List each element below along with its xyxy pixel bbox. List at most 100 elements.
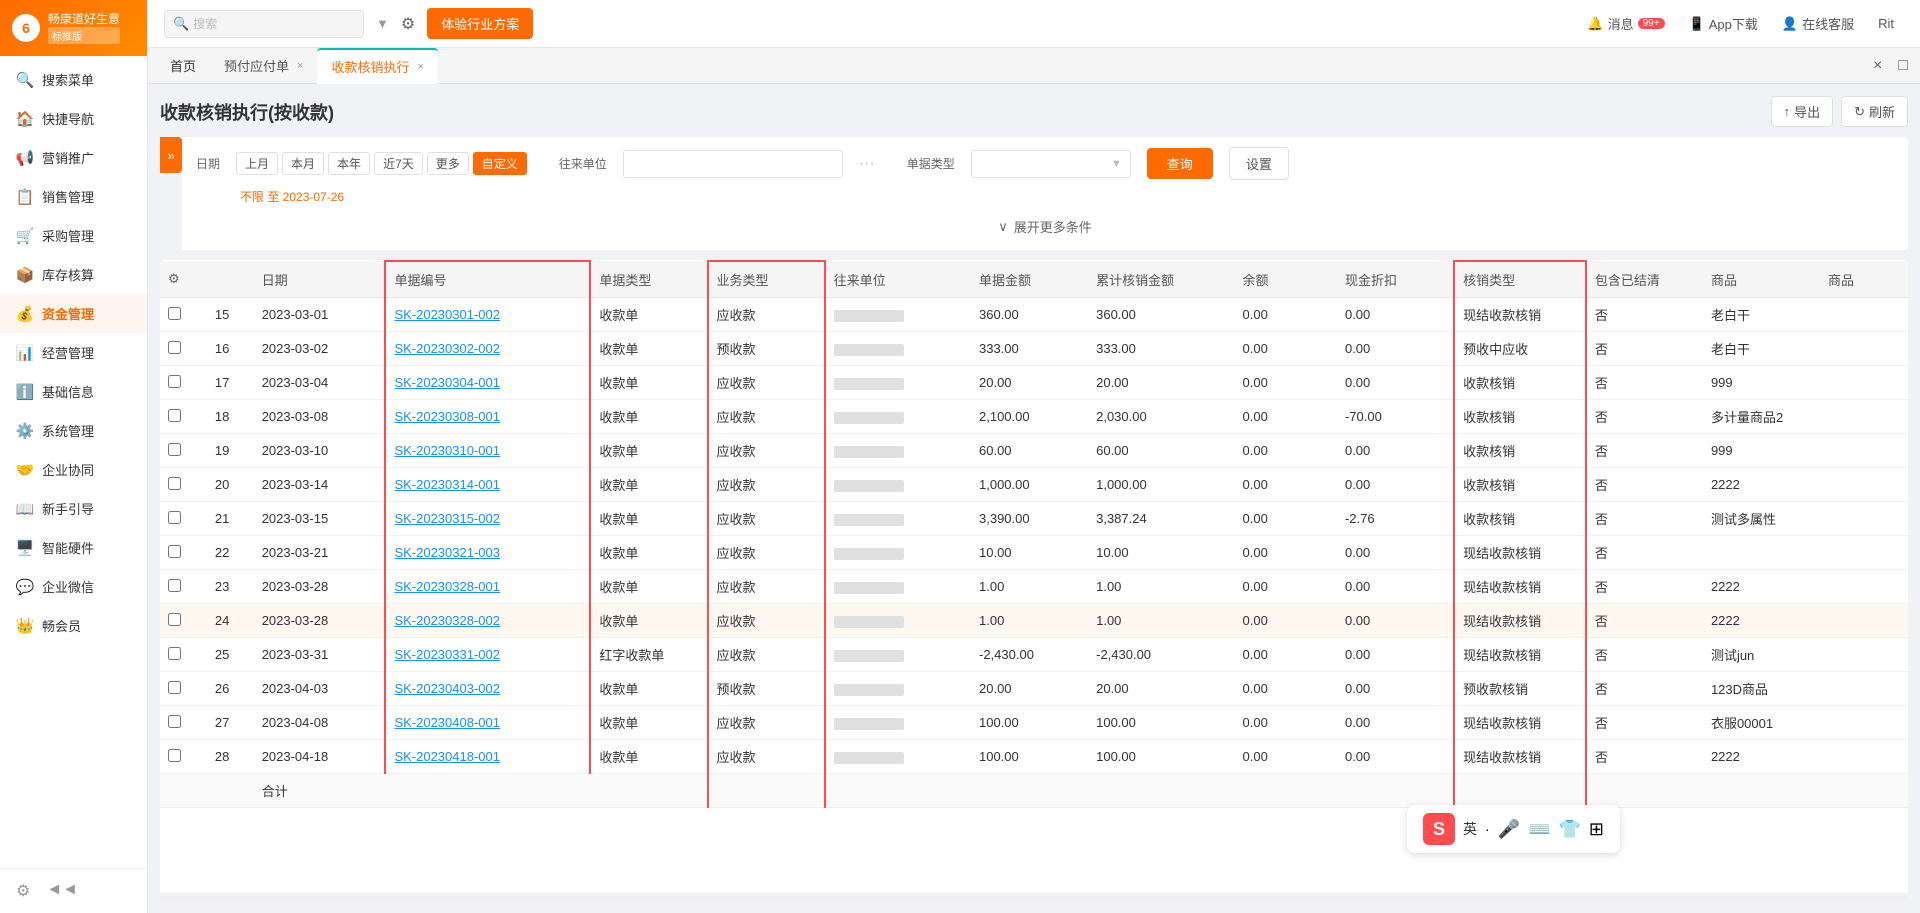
td-checkbox[interactable] xyxy=(160,502,207,536)
date-custom[interactable]: 自定义 xyxy=(473,152,527,175)
bill-no-link[interactable]: SK-20230331-002 xyxy=(394,647,500,662)
table-row[interactable]: 27 2023-04-08 SK-20230408-001 收款单 应收款 10… xyxy=(160,706,1908,740)
tab-prepay-close[interactable]: × xyxy=(297,60,303,72)
sidebar-item-inventory[interactable]: 📦库存核算 xyxy=(0,255,147,294)
bill-no-link[interactable]: SK-20230314-001 xyxy=(394,477,500,492)
bill-no-link[interactable]: SK-20230408-001 xyxy=(394,715,500,730)
td-bill-no[interactable]: SK-20230328-002 xyxy=(385,604,590,638)
td-checkbox[interactable] xyxy=(160,740,207,774)
bill-no-link[interactable]: SK-20230321-003 xyxy=(394,545,500,560)
sidebar-item-operation[interactable]: 📊经营管理 xyxy=(0,333,147,372)
td-checkbox[interactable] xyxy=(160,536,207,570)
table-scrollbar[interactable] xyxy=(160,893,1908,901)
td-bill-no[interactable]: SK-20230418-001 xyxy=(385,740,590,774)
mic-icon[interactable]: 🎤 xyxy=(1498,819,1520,840)
bill-no-link[interactable]: SK-20230403-002 xyxy=(394,681,500,696)
date-this-month[interactable]: 本月 xyxy=(282,152,324,175)
sidebar-item-newbie[interactable]: 📖新手引导 xyxy=(0,489,147,528)
keyboard-icon[interactable]: ⌨️ xyxy=(1528,819,1550,840)
bill-no-link[interactable]: SK-20230304-001 xyxy=(394,375,500,390)
customer-service-btn[interactable]: 👤 在线客服 xyxy=(1772,10,1864,37)
td-bill-no[interactable]: SK-20230328-001 xyxy=(385,570,590,604)
user-profile-btn[interactable]: Rit xyxy=(1868,12,1904,35)
bill-no-link[interactable]: SK-20230418-001 xyxy=(394,749,500,764)
settings-footer-icon[interactable]: ⚙ xyxy=(16,881,30,901)
bill-no-link[interactable]: SK-20230308-001 xyxy=(394,409,500,424)
tab-receipt-close[interactable]: × xyxy=(417,61,423,73)
date-7days[interactable]: 近7天 xyxy=(374,152,423,175)
date-this-year[interactable]: 本年 xyxy=(328,152,370,175)
date-more[interactable]: 更多 xyxy=(427,152,469,175)
sidebar-item-guide[interactable]: 🏠快捷导航 xyxy=(0,99,147,138)
export-button[interactable]: ↑ 导出 xyxy=(1771,96,1834,127)
td-checkbox[interactable] xyxy=(160,366,207,400)
td-checkbox[interactable] xyxy=(160,638,207,672)
td-checkbox[interactable] xyxy=(160,604,207,638)
tab-expand-icon[interactable]: □ xyxy=(1894,53,1912,79)
sidebar-item-enterprise[interactable]: 🤝企业协同 xyxy=(0,450,147,489)
tab-receipt[interactable]: 收款核销执行 × xyxy=(317,48,437,84)
td-checkbox[interactable] xyxy=(160,332,207,366)
filter-settings-button[interactable]: 设置 xyxy=(1229,147,1289,180)
td-bill-no[interactable]: SK-20230304-001 xyxy=(385,366,590,400)
bill-no-link[interactable]: SK-20230310-001 xyxy=(394,443,500,458)
filter-expand-btn[interactable]: ∨ 展开更多条件 xyxy=(196,213,1894,240)
sidebar-item-sales[interactable]: 📋销售管理 xyxy=(0,177,147,216)
table-row[interactable]: 23 2023-03-28 SK-20230328-001 收款单 应收款 1.… xyxy=(160,570,1908,604)
app-download-btn[interactable]: 📱 App下载 xyxy=(1679,10,1768,37)
sidebar-item-finance[interactable]: 💰资金管理 xyxy=(0,294,147,333)
sidebar-item-wechat[interactable]: 💬企业微信 xyxy=(0,567,147,606)
td-checkbox[interactable] xyxy=(160,400,207,434)
sidebar-item-marketing[interactable]: 📢营销推广 xyxy=(0,138,147,177)
message-btn[interactable]: 🔔 消息 99+ xyxy=(1577,10,1674,37)
date-last-month[interactable]: 上月 xyxy=(236,152,278,175)
td-bill-no[interactable]: SK-20230314-001 xyxy=(385,468,590,502)
bill-no-link[interactable]: SK-20230328-001 xyxy=(394,579,500,594)
query-button[interactable]: 查询 xyxy=(1147,148,1213,179)
td-bill-no[interactable]: SK-20230308-001 xyxy=(385,400,590,434)
sidebar-item-search[interactable]: 🔍搜索菜单 xyxy=(0,60,147,99)
td-bill-no[interactable]: SK-20230403-002 xyxy=(385,672,590,706)
td-checkbox[interactable] xyxy=(160,672,207,706)
bill-no-link[interactable]: SK-20230315-002 xyxy=(394,511,500,526)
td-checkbox[interactable] xyxy=(160,706,207,740)
td-bill-no[interactable]: SK-20230301-002 xyxy=(385,298,590,332)
table-row[interactable]: 15 2023-03-01 SK-20230301-002 收款单 应收款 36… xyxy=(160,298,1908,332)
sidebar-item-member[interactable]: 👑畅会员 xyxy=(0,606,147,645)
table-row[interactable]: 21 2023-03-15 SK-20230315-002 收款单 应收款 3,… xyxy=(160,502,1908,536)
td-checkbox[interactable] xyxy=(160,468,207,502)
td-bill-no[interactable]: SK-20230321-003 xyxy=(385,536,590,570)
table-row[interactable]: 28 2023-04-18 SK-20230418-001 收款单 应收款 10… xyxy=(160,740,1908,774)
shirt-icon[interactable]: 👕 xyxy=(1558,819,1580,840)
sidebar-item-purchase[interactable]: 🛒采购管理 xyxy=(0,216,147,255)
tab-prepay[interactable]: 预付应付单 × xyxy=(210,48,317,84)
sidebar-item-system[interactable]: ⚙️系统管理 xyxy=(0,411,147,450)
table-row[interactable]: 24 2023-03-28 SK-20230328-002 收款单 应收款 1.… xyxy=(160,604,1908,638)
table-row[interactable]: 26 2023-04-03 SK-20230403-002 收款单 预收款 20… xyxy=(160,672,1908,706)
filter-toggle-btn[interactable]: » xyxy=(160,137,182,173)
table-row[interactable]: 18 2023-03-08 SK-20230308-001 收款单 应收款 2,… xyxy=(160,400,1908,434)
refresh-button[interactable]: ↻ 刷新 xyxy=(1841,96,1908,127)
table-row[interactable]: 16 2023-03-02 SK-20230302-002 收款单 预收款 33… xyxy=(160,332,1908,366)
bill-no-link[interactable]: SK-20230302-002 xyxy=(394,341,500,356)
bill-no-link[interactable]: SK-20230301-002 xyxy=(394,307,500,322)
topbar-chevron[interactable]: ▼ xyxy=(376,16,389,31)
td-bill-no[interactable]: SK-20230302-002 xyxy=(385,332,590,366)
td-bill-no[interactable]: SK-20230310-001 xyxy=(385,434,590,468)
topbar-search-box[interactable]: 🔍 搜索 xyxy=(164,10,364,38)
solution-button[interactable]: 体验行业方案 xyxy=(427,8,533,39)
td-bill-no[interactable]: SK-20230315-002 xyxy=(385,502,590,536)
column-settings-icon[interactable]: ⚙ xyxy=(168,271,180,286)
topbar-gear-icon[interactable]: ⚙ xyxy=(401,14,415,34)
td-checkbox[interactable] xyxy=(160,570,207,604)
td-bill-no[interactable]: SK-20230331-002 xyxy=(385,638,590,672)
bill-type-select[interactable]: ▼ xyxy=(971,150,1131,178)
table-row[interactable]: 25 2023-03-31 SK-20230331-002 红字收款单 应收款 … xyxy=(160,638,1908,672)
td-checkbox[interactable] xyxy=(160,298,207,332)
grid-icon[interactable]: ⊞ xyxy=(1589,819,1604,840)
sidebar-item-hardware[interactable]: 🖥️智能硬件 xyxy=(0,528,147,567)
table-row[interactable]: 22 2023-03-21 SK-20230321-003 收款单 应收款 10… xyxy=(160,536,1908,570)
td-bill-no[interactable]: SK-20230408-001 xyxy=(385,706,590,740)
collapse-icon[interactable]: ◄◄ xyxy=(46,881,78,901)
table-scroll[interactable]: ⚙ 日期 单据编号 单据类型 业务类型 往来单位 单据金额 累计核销金额 余额 … xyxy=(160,260,1908,893)
